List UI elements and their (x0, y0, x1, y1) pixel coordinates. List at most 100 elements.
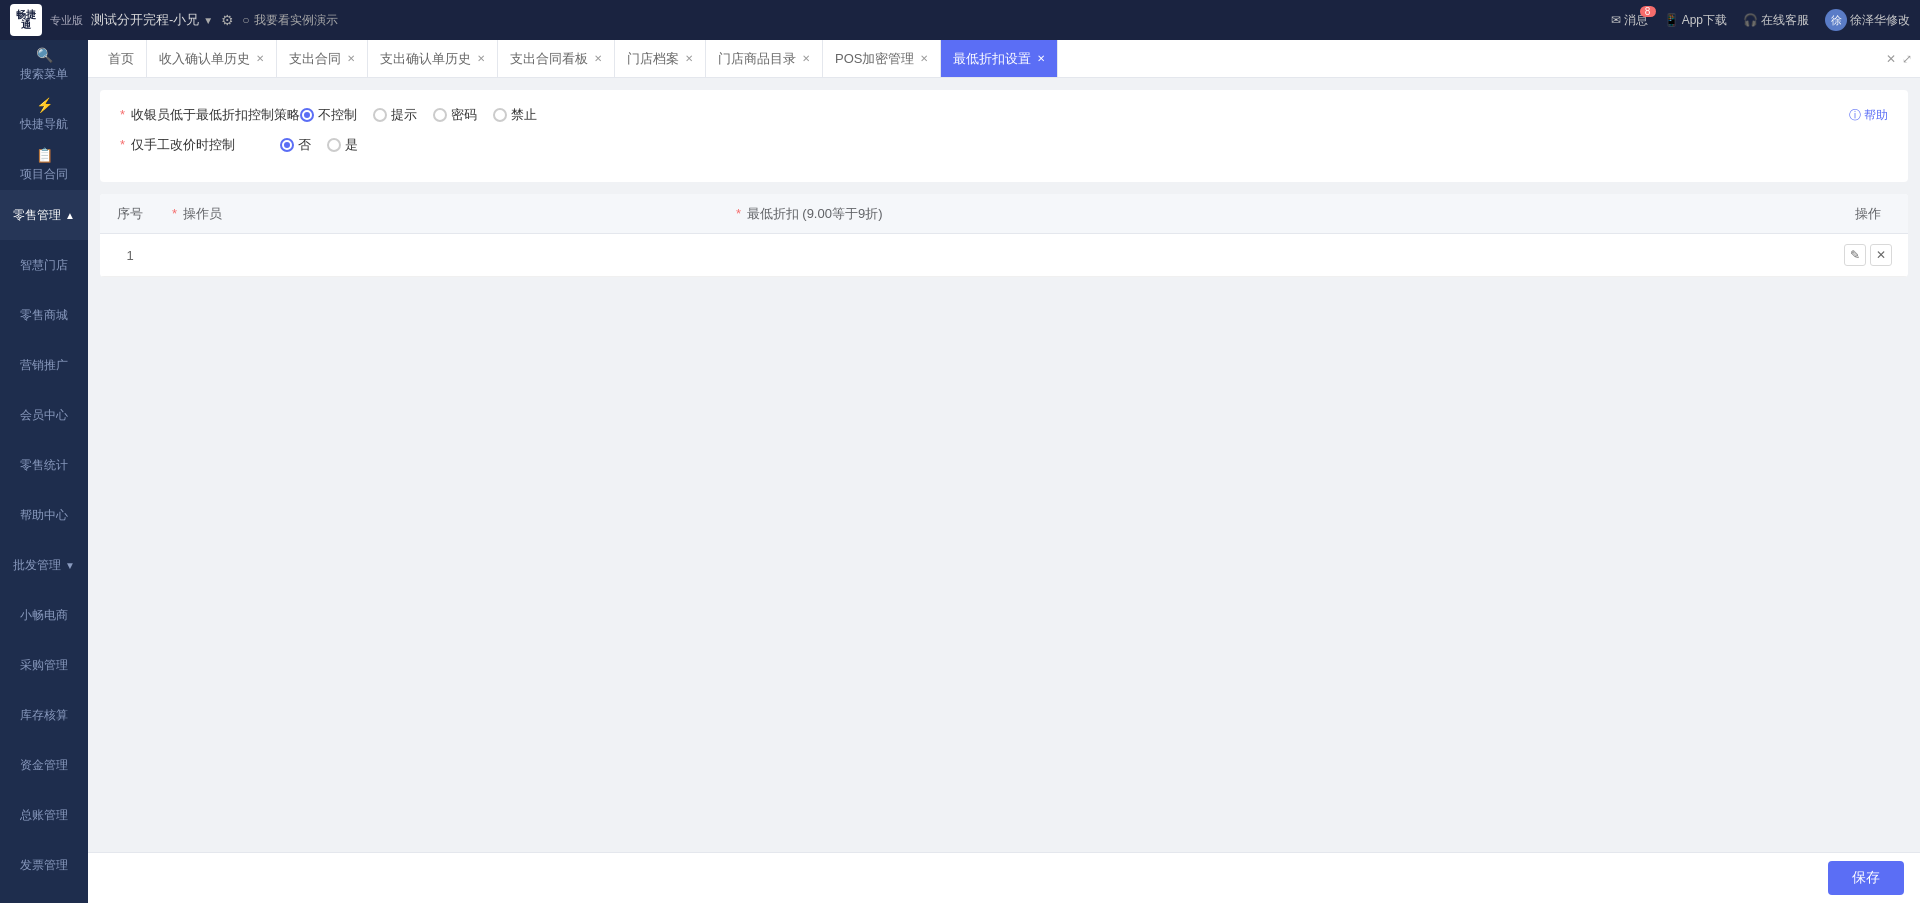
project-selector[interactable]: 测试分开完程-小兄 ▼ (91, 11, 213, 29)
tab-contract-board[interactable]: 支出合同看板 ✕ (498, 40, 615, 78)
row-delete-btn[interactable]: ✕ (1870, 244, 1892, 266)
sidebar-label-quicknav: 快捷导航 (20, 116, 68, 133)
control-strategy-radio-group: 不控制 提示 密码 禁止 (300, 106, 537, 124)
radio-no-control[interactable]: 不控制 (300, 106, 357, 124)
app-download-icon: 📱 (1664, 13, 1679, 27)
save-button[interactable]: 保存 (1828, 861, 1904, 895)
manual-control-row: * 仅手工改价时控制 否 是 (120, 136, 1888, 154)
sidebar-label-ledger: 总账管理 (20, 807, 68, 824)
tab-confirm-history[interactable]: 支出确认单历史 ✕ (368, 40, 498, 78)
radio-no-control-label: 不控制 (318, 106, 357, 124)
sidebar-item-smartstore[interactable]: 智慧门店 (0, 240, 88, 290)
tab-store-products-label: 门店商品目录 (718, 50, 796, 68)
tab-home[interactable]: 首页 (96, 40, 147, 78)
tab-store-file[interactable]: 门店档案 ✕ (615, 40, 706, 78)
radio-password[interactable]: 密码 (433, 106, 477, 124)
cell-action-1: ✎ ✕ (1828, 234, 1908, 276)
search-icon: 🔍 (36, 47, 53, 63)
message-btn[interactable]: ✉ 消息 8 (1611, 12, 1648, 29)
radio-manual-yes[interactable]: 是 (327, 136, 358, 154)
project-dropdown-icon: ▼ (203, 15, 213, 26)
tab-min-discount[interactable]: 最低折扣设置 ✕ (941, 40, 1058, 78)
help-button[interactable]: ⓘ 帮助 (1849, 107, 1888, 124)
page-footer: 保存 (88, 852, 1920, 903)
expand-tab-btn[interactable]: ⤢ (1902, 52, 1912, 66)
radio-forbidden[interactable]: 禁止 (493, 106, 537, 124)
cell-discount-1 (724, 245, 1828, 265)
sidebar-item-tax[interactable]: 税务管理 (0, 890, 88, 903)
demo-link[interactable]: ○ 我要看实例演示 (242, 12, 337, 29)
sidebar-label-search: 搜索菜单 (20, 66, 68, 83)
home-tab-label: 首页 (108, 50, 134, 68)
tab-income-history-close-icon[interactable]: ✕ (256, 53, 264, 64)
tab-contract-close-icon[interactable]: ✕ (347, 53, 355, 64)
wholesale-arrow-icon: ▼ (65, 560, 75, 571)
sidebar-item-help[interactable]: 帮助中心 (0, 490, 88, 540)
tab-confirm-history-close-icon[interactable]: ✕ (477, 53, 485, 64)
user-profile-btn[interactable]: 徐 徐泽华修改 (1825, 9, 1910, 31)
question-circle-icon: ⓘ (1849, 107, 1861, 124)
sidebar-item-inventory[interactable]: 库存核算 (0, 690, 88, 740)
table-header: 序号 * 操作员 * 最低折扣 (9.00等于9折) 操作 (100, 194, 1908, 234)
radio-no-control-circle (300, 108, 314, 122)
radio-manual-no[interactable]: 否 (280, 136, 311, 154)
tab-pos-password[interactable]: POS加密管理 ✕ (823, 40, 941, 78)
required-star-2: * (120, 137, 125, 152)
tab-store-file-label: 门店档案 (627, 50, 679, 68)
sidebar-label-smartstore: 智慧门店 (20, 257, 68, 274)
tab-store-products-close-icon[interactable]: ✕ (802, 53, 810, 64)
sidebar-item-purchase[interactable]: 采购管理 (0, 640, 88, 690)
radio-hint[interactable]: 提示 (373, 106, 417, 124)
col-header-discount: * 最低折扣 (9.00等于9折) (724, 195, 1828, 233)
tab-contract-board-close-icon[interactable]: ✕ (594, 53, 602, 64)
tab-contract[interactable]: 支出合同 ✕ (277, 40, 368, 78)
sidebar-item-retailstats[interactable]: 零售统计 (0, 440, 88, 490)
headset-icon: 🎧 (1743, 13, 1758, 27)
radio-manual-yes-circle (327, 138, 341, 152)
sidebar-item-ledger[interactable]: 总账管理 (0, 790, 88, 840)
page-content: * 收银员低于最低折扣控制策略 不控制 提示 (88, 78, 1920, 852)
tab-pos-password-close-icon[interactable]: ✕ (920, 53, 928, 64)
sidebar-label-invoice: 发票管理 (20, 857, 68, 874)
main-layout: 🔍 搜索菜单 ⚡ 快捷导航 📋 项目合同 零售管理 ▲ 智慧门店 零售商城 营销… (0, 40, 1920, 903)
sidebar-item-wholesale[interactable]: 批发管理 ▼ (0, 540, 88, 590)
sidebar-item-project[interactable]: 📋 项目合同 (0, 140, 88, 190)
row-edit-btn[interactable]: ✎ (1844, 244, 1866, 266)
tab-store-products[interactable]: 门店商品目录 ✕ (706, 40, 823, 78)
retail-arrow-icon: ▲ (65, 210, 75, 221)
sidebar-item-quicknav[interactable]: ⚡ 快捷导航 (0, 90, 88, 140)
control-strategy-label: * 收银员低于最低折扣控制策略 (120, 106, 300, 124)
tab-store-file-close-icon[interactable]: ✕ (685, 53, 693, 64)
sidebar-label-ecommerce: 小畅电商 (20, 607, 68, 624)
project-name: 测试分开完程-小兄 (91, 11, 199, 29)
app-download-btn[interactable]: 📱 App下载 (1664, 12, 1727, 29)
sidebar-item-marketing[interactable]: 营销推广 (0, 340, 88, 390)
project-icon: 📋 (36, 147, 53, 163)
table-row: 1 ✎ ✕ (100, 234, 1908, 277)
sidebar-item-finance[interactable]: 资金管理 (0, 740, 88, 790)
control-strategy-row: * 收银员低于最低折扣控制策略 不控制 提示 (120, 106, 1888, 124)
sidebar-item-invoice[interactable]: 发票管理 (0, 840, 88, 890)
user-name: 徐泽华修改 (1850, 12, 1910, 29)
radio-hint-label: 提示 (391, 106, 417, 124)
radio-manual-no-circle (280, 138, 294, 152)
sidebar-label-retailstats: 零售统计 (20, 457, 68, 474)
sidebar-item-retail[interactable]: 零售管理 ▲ (0, 190, 88, 240)
radio-manual-yes-label: 是 (345, 136, 358, 154)
tab-min-discount-close-icon[interactable]: ✕ (1037, 53, 1045, 64)
online-service-btn[interactable]: 🎧 在线客服 (1743, 12, 1809, 29)
col-header-action: 操作 (1828, 195, 1908, 233)
sidebar-item-ecommerce[interactable]: 小畅电商 (0, 590, 88, 640)
sidebar-item-search[interactable]: 🔍 搜索菜单 (0, 40, 88, 90)
close-tab-btn[interactable]: ✕ (1886, 52, 1896, 66)
sidebar-item-member[interactable]: 会员中心 (0, 390, 88, 440)
tab-income-history[interactable]: 收入确认单历史 ✕ (147, 40, 277, 78)
radio-password-label: 密码 (451, 106, 477, 124)
content-area: 首页 收入确认单历史 ✕ 支出合同 ✕ 支出确认单历史 ✕ 支出合同看板 ✕ 门… (88, 40, 1920, 903)
tab-contract-board-label: 支出合同看板 (510, 50, 588, 68)
topbar-settings-icon[interactable]: ⚙ (221, 12, 234, 28)
radio-password-circle (433, 108, 447, 122)
sidebar-item-retailmall[interactable]: 零售商城 (0, 290, 88, 340)
manual-control-label: * 仅手工改价时控制 (120, 136, 280, 154)
settings-card: * 收银员低于最低折扣控制策略 不控制 提示 (100, 90, 1908, 182)
